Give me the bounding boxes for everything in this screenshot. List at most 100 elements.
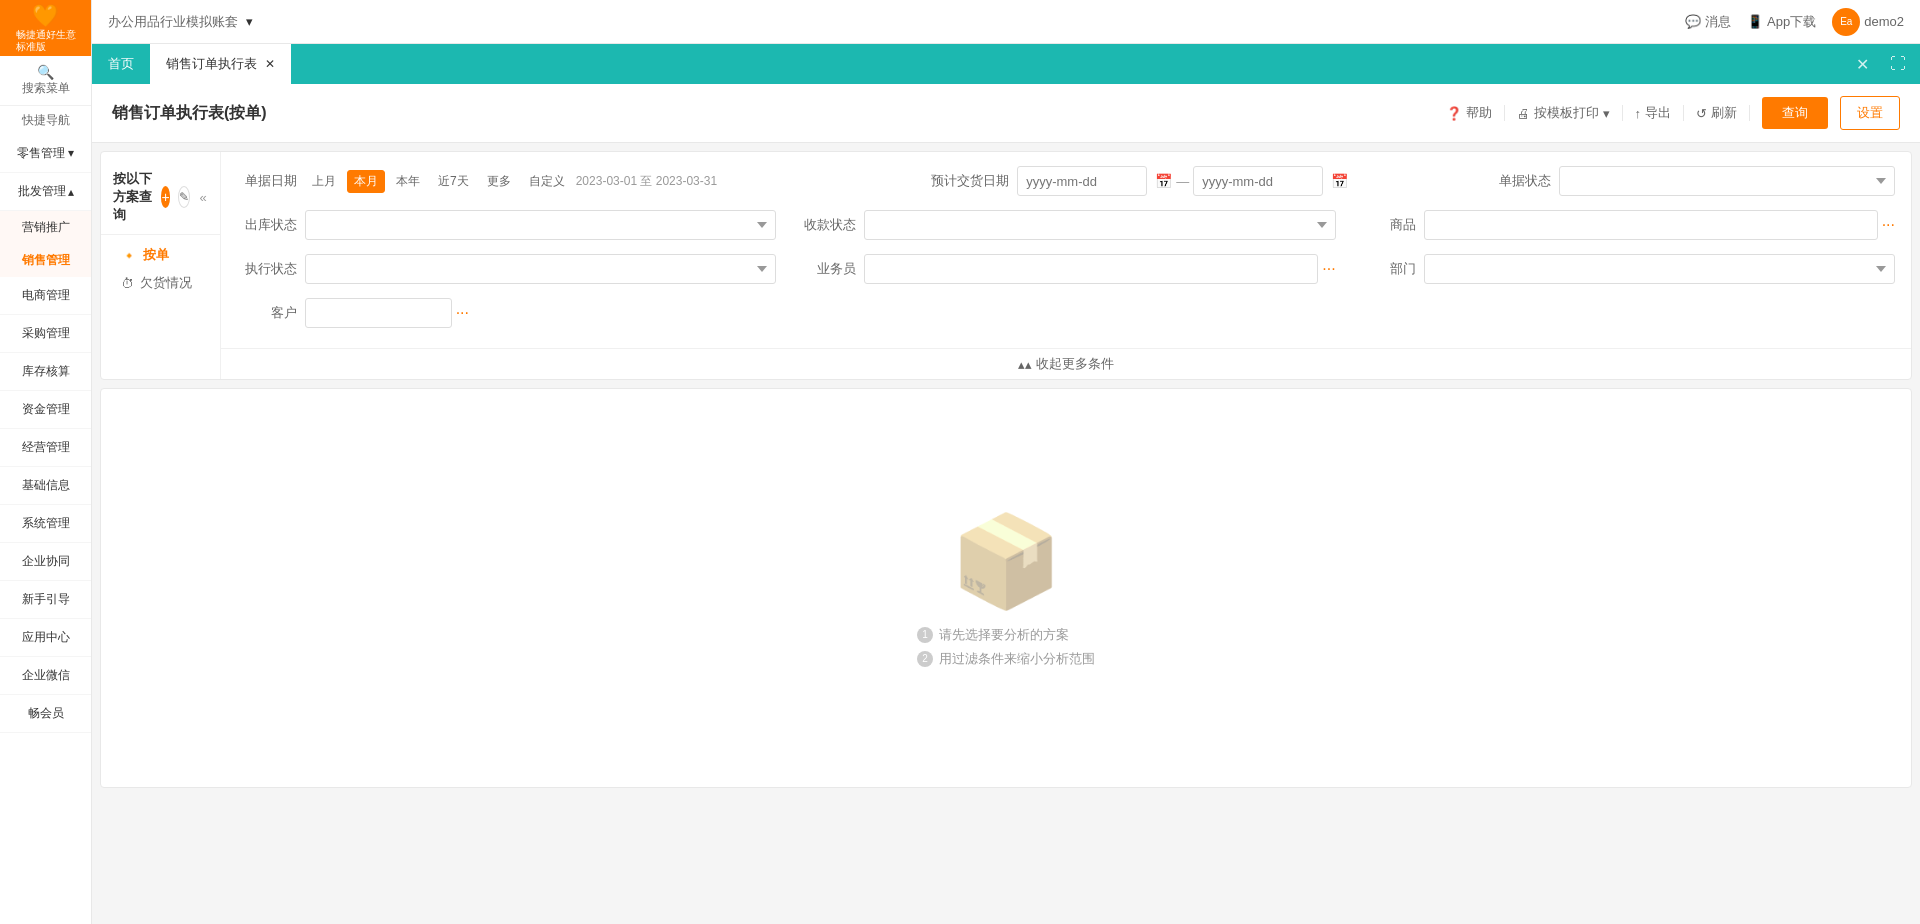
empty-step-2-text: 用过滤条件来缩小分析范围 bbox=[939, 650, 1095, 668]
date-btn-this-year[interactable]: 本年 bbox=[389, 170, 427, 193]
customer-dots-btn[interactable]: ··· bbox=[456, 304, 469, 322]
filter-edit-btn[interactable]: ✎ bbox=[178, 186, 190, 208]
dept-select[interactable] bbox=[1424, 254, 1895, 284]
filter-field-customer: 客户 ··· bbox=[237, 298, 469, 328]
salesperson-input[interactable] bbox=[864, 254, 1318, 284]
page-actions: ❓ 帮助 🖨 按模板打印 ▾ ↑ 导出 ↺ 刷新 bbox=[1446, 96, 1901, 130]
topbar-app-download-btn[interactable]: 📱 App下载 bbox=[1747, 13, 1816, 31]
sidebar-item-member[interactable]: 畅会员 bbox=[0, 695, 91, 733]
sidebar-item-wholesale[interactable]: 批发管理 ▴ bbox=[0, 173, 91, 211]
sidebar-item-sales-mgmt[interactable]: 销售管理 bbox=[0, 244, 91, 277]
print-label: 按模板打印 bbox=[1534, 104, 1599, 122]
filter-field-out-status: 出库状态 bbox=[237, 210, 776, 240]
topbar-app-download-label: App下载 bbox=[1767, 13, 1816, 31]
filter-panel-body: 按以下方案查询 + ✎ « 🔸 按单 ⏱ 欠货情况 bbox=[101, 152, 1911, 379]
sidebar-item-ecommerce[interactable]: 电商管理 bbox=[0, 277, 91, 315]
export-btn[interactable]: ↑ 导出 bbox=[1635, 104, 1672, 122]
empty-step-2: 2 用过滤条件来缩小分析范围 bbox=[917, 650, 1095, 668]
content-area: 销售订单执行表(按单) ❓ 帮助 🖨 按模板打印 ▾ ↑ 导出 bbox=[92, 84, 1920, 924]
topbar-message-btn[interactable]: 💬 消息 bbox=[1685, 13, 1731, 31]
tabbar-expand-btn[interactable]: ⛶ bbox=[1884, 50, 1912, 78]
help-btn[interactable]: ❓ 帮助 bbox=[1446, 104, 1492, 122]
sidebar: 🧡 畅捷通好生意 标准版 🔍 搜索菜单 快捷导航 零售管理 ▾ 批发管理 ▴ 营… bbox=[0, 0, 92, 924]
chevron-up-icon: ▴▴ bbox=[1018, 357, 1032, 372]
topbar-user-profile[interactable]: Ea demo2 bbox=[1832, 8, 1904, 36]
refresh-btn[interactable]: ↺ 刷新 bbox=[1696, 104, 1737, 122]
filter-sub-item-by-order[interactable]: 🔸 按单 bbox=[101, 241, 220, 269]
filter-add-btn[interactable]: + bbox=[161, 186, 171, 208]
sidebar-item-system[interactable]: 系统管理 bbox=[0, 505, 91, 543]
topbar: 办公用品行业模拟账套 ▾ 💬 消息 📱 App下载 Ea demo2 bbox=[92, 0, 1920, 44]
by-order-label: 按单 bbox=[143, 246, 169, 264]
goods-input[interactable] bbox=[1424, 210, 1878, 240]
topbar-message-label: 消息 bbox=[1705, 13, 1731, 31]
receipt-status-label: 收款状态 bbox=[796, 216, 856, 234]
expected-date-to[interactable] bbox=[1193, 166, 1323, 196]
expected-date-from[interactable] bbox=[1017, 166, 1147, 196]
receipt-status-select[interactable] bbox=[864, 210, 1335, 240]
dept-control bbox=[1424, 254, 1895, 284]
out-status-select[interactable] bbox=[305, 210, 776, 240]
topbar-right: 💬 消息 📱 App下载 Ea demo2 bbox=[1685, 8, 1904, 36]
tabbar-close-btn[interactable]: ✕ bbox=[1848, 50, 1876, 78]
sidebar-search-item[interactable]: 🔍 搜索菜单 bbox=[0, 56, 91, 106]
date-field-control: 上月 本月 本年 近7天 更多 自定义 2023-03-01 至 2023-03… bbox=[305, 170, 911, 193]
divider4 bbox=[1749, 105, 1750, 121]
doc-status-control bbox=[1559, 166, 1896, 196]
collapse-more-btn[interactable]: ▴▴ 收起更多条件 bbox=[221, 348, 1911, 379]
sidebar-item-purchase[interactable]: 采购管理 bbox=[0, 315, 91, 353]
tab-close-icon[interactable]: ✕ bbox=[265, 58, 275, 70]
customer-input[interactable] bbox=[305, 298, 452, 328]
tabbar: 首页 销售订单执行表 ✕ ✕ ⛶ bbox=[92, 44, 1920, 84]
filter-field-receipt-status: 收款状态 bbox=[796, 210, 1335, 240]
help-icon: ❓ bbox=[1446, 106, 1462, 121]
date-btn-7days[interactable]: 近7天 bbox=[431, 170, 476, 193]
settings-button[interactable]: 设置 bbox=[1840, 96, 1900, 130]
sidebar-logo: 🧡 畅捷通好生意 标准版 bbox=[0, 0, 92, 56]
tab-home-label: 首页 bbox=[108, 55, 134, 73]
sidebar-item-retail[interactable]: 零售管理 ▾ bbox=[0, 135, 91, 173]
sidebar-item-operations[interactable]: 经营管理 bbox=[0, 429, 91, 467]
sidebar-item-newbie[interactable]: 新手引导 bbox=[0, 581, 91, 619]
arrears-icon: ⏱ bbox=[121, 276, 134, 291]
filter-row-2: 出库状态 收款状态 bbox=[237, 210, 1895, 240]
sidebar-item-wechat[interactable]: 企业微信 bbox=[0, 657, 91, 695]
main-area: 办公用品行业模拟账套 ▾ 💬 消息 📱 App下载 Ea demo2 bbox=[92, 0, 1920, 924]
date-btn-this-month[interactable]: 本月 bbox=[347, 170, 385, 193]
goods-dots-btn[interactable]: ··· bbox=[1882, 216, 1895, 234]
date-range-display: 2023-03-01 至 2023-03-31 bbox=[576, 173, 717, 190]
results-area: 📦 1 请先选择要分析的方案 2 用过滤条件来缩小分析范围 bbox=[100, 388, 1912, 788]
filter-field-exec-status: 执行状态 bbox=[237, 254, 776, 284]
filter-field-doc-status: 单据状态 bbox=[1491, 166, 1896, 196]
date-btn-last-month[interactable]: 上月 bbox=[305, 170, 343, 193]
filter-sub-items: 🔸 按单 ⏱ 欠货情况 bbox=[101, 235, 220, 303]
tab-sales-exec-label: 销售订单执行表 bbox=[166, 55, 257, 73]
date-btn-custom[interactable]: 自定义 bbox=[522, 170, 572, 193]
filter-field-goods: 商品 ··· bbox=[1356, 210, 1895, 240]
sidebar-item-enterprise[interactable]: 企业协同 bbox=[0, 543, 91, 581]
filter-sub-item-arrears[interactable]: ⏱ 欠货情况 bbox=[101, 269, 220, 297]
filter-field-dept: 部门 bbox=[1356, 254, 1895, 284]
tab-home[interactable]: 首页 bbox=[92, 44, 150, 84]
sidebar-item-inventory[interactable]: 库存核算 bbox=[0, 353, 91, 391]
date-btn-more[interactable]: 更多 bbox=[480, 170, 518, 193]
sidebar-item-marketing[interactable]: 营销推广 bbox=[0, 211, 91, 244]
topbar-dropdown-btn[interactable]: ▾ bbox=[246, 14, 253, 29]
salesperson-dots-btn[interactable]: ··· bbox=[1322, 260, 1335, 278]
exec-status-select[interactable] bbox=[305, 254, 776, 284]
salesperson-label: 业务员 bbox=[796, 260, 856, 278]
exec-status-control bbox=[305, 254, 776, 284]
filter-collapse-btn[interactable]: « bbox=[198, 186, 208, 208]
query-button[interactable]: 查询 bbox=[1762, 97, 1828, 129]
tab-sales-exec[interactable]: 销售订单执行表 ✕ bbox=[150, 44, 291, 84]
doc-status-select[interactable] bbox=[1559, 166, 1896, 196]
print-btn[interactable]: 🖨 按模板打印 ▾ bbox=[1517, 104, 1610, 122]
sidebar-item-appstore[interactable]: 应用中心 bbox=[0, 619, 91, 657]
empty-illustration: 📦 bbox=[950, 509, 1062, 614]
logo-text: 畅捷通好生意 标准版 bbox=[16, 29, 76, 53]
sidebar-item-finance[interactable]: 资金管理 bbox=[0, 391, 91, 429]
customer-control: ··· bbox=[305, 298, 469, 328]
cal-icon-to: 📅 bbox=[1331, 173, 1348, 189]
sidebar-shortcut-nav[interactable]: 快捷导航 bbox=[0, 106, 91, 135]
sidebar-item-basics[interactable]: 基础信息 bbox=[0, 467, 91, 505]
